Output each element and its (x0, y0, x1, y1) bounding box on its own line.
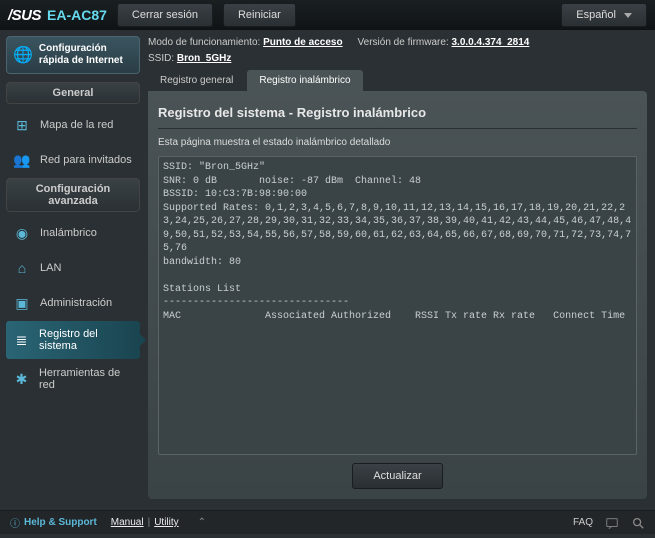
brand-logo: /SUS (8, 7, 41, 24)
lan-icon: ⌂ (12, 258, 32, 278)
wifi-icon: ◉ (12, 223, 32, 243)
expand-icon[interactable]: ⌃ (198, 517, 210, 529)
reboot-button[interactable]: Reiniciar (223, 3, 296, 27)
nav-system-log[interactable]: ≣ Registro del sistema (6, 321, 140, 359)
section-general: General (6, 82, 140, 104)
nav-administration[interactable]: ▣ Administración (6, 286, 140, 320)
footer: ⓘ Help & Support Manual | Utility ⌃ FAQ (0, 510, 655, 534)
tab-general-log[interactable]: Registro general (148, 70, 245, 91)
feedback-icon[interactable] (605, 516, 619, 530)
nav-lan[interactable]: ⌂ LAN (6, 251, 140, 285)
tab-bar: Registro general Registro inalámbrico (148, 70, 647, 91)
log-icon: ≣ (12, 330, 31, 350)
help-support-link[interactable]: Help & Support (24, 517, 97, 528)
nav-guest-network[interactable]: 👥 Red para invitados (6, 143, 140, 177)
tools-icon: ✱ (12, 369, 31, 389)
section-advanced: Configuración avanzada (6, 178, 140, 212)
users-icon: 👥 (12, 150, 32, 170)
admin-icon: ▣ (12, 293, 32, 313)
operation-mode-link[interactable]: Punto de acceso (263, 37, 342, 48)
globe-icon: 🌐 (13, 44, 33, 66)
faq-link[interactable]: FAQ (573, 517, 593, 528)
quick-internet-setup[interactable]: 🌐 Configuración rápida de Internet (6, 36, 140, 74)
firmware-link[interactable]: 3.0.0.4.374_2814 (451, 37, 529, 48)
chevron-down-icon (624, 13, 632, 18)
manual-link[interactable]: Manual (111, 517, 144, 528)
main-content: Modo de funcionamiento: Punto de acceso … (146, 30, 655, 510)
log-textarea[interactable]: SSID: "Bron_5GHz" SNR: 0 dB noise: -87 d… (158, 156, 637, 455)
page-title: Registro del sistema - Registro inalámbr… (158, 101, 637, 128)
quick-label: Configuración rápida de Internet (39, 43, 133, 67)
language-select[interactable]: Español (561, 3, 647, 27)
nav-network-map[interactable]: ⊞ Mapa de la red (6, 108, 140, 142)
page-description: Esta página muestra el estado inalámbric… (158, 137, 637, 148)
language-label: Español (576, 9, 616, 21)
nav-wireless[interactable]: ◉ Inalámbrico (6, 216, 140, 250)
help-icon: ⓘ (10, 515, 20, 530)
tab-wireless-log[interactable]: Registro inalámbrico (247, 70, 362, 91)
refresh-button[interactable]: Actualizar (352, 463, 442, 489)
logout-button[interactable]: Cerrar sesión (117, 3, 213, 27)
nav-network-tools[interactable]: ✱ Herramientas de red (6, 360, 140, 398)
search-icon[interactable] (631, 516, 645, 530)
network-icon: ⊞ (12, 115, 32, 135)
model-name: EA-AC87 (47, 7, 107, 23)
ssid-link[interactable]: Bron_5GHz (177, 53, 231, 64)
utility-link[interactable]: Utility (154, 517, 178, 528)
header-bar: /SUS EA-AC87 Cerrar sesión Reiniciar Esp… (0, 0, 655, 30)
content-panel: Registro del sistema - Registro inalámbr… (148, 91, 647, 499)
sidebar: 🌐 Configuración rápida de Internet Gener… (0, 30, 146, 510)
